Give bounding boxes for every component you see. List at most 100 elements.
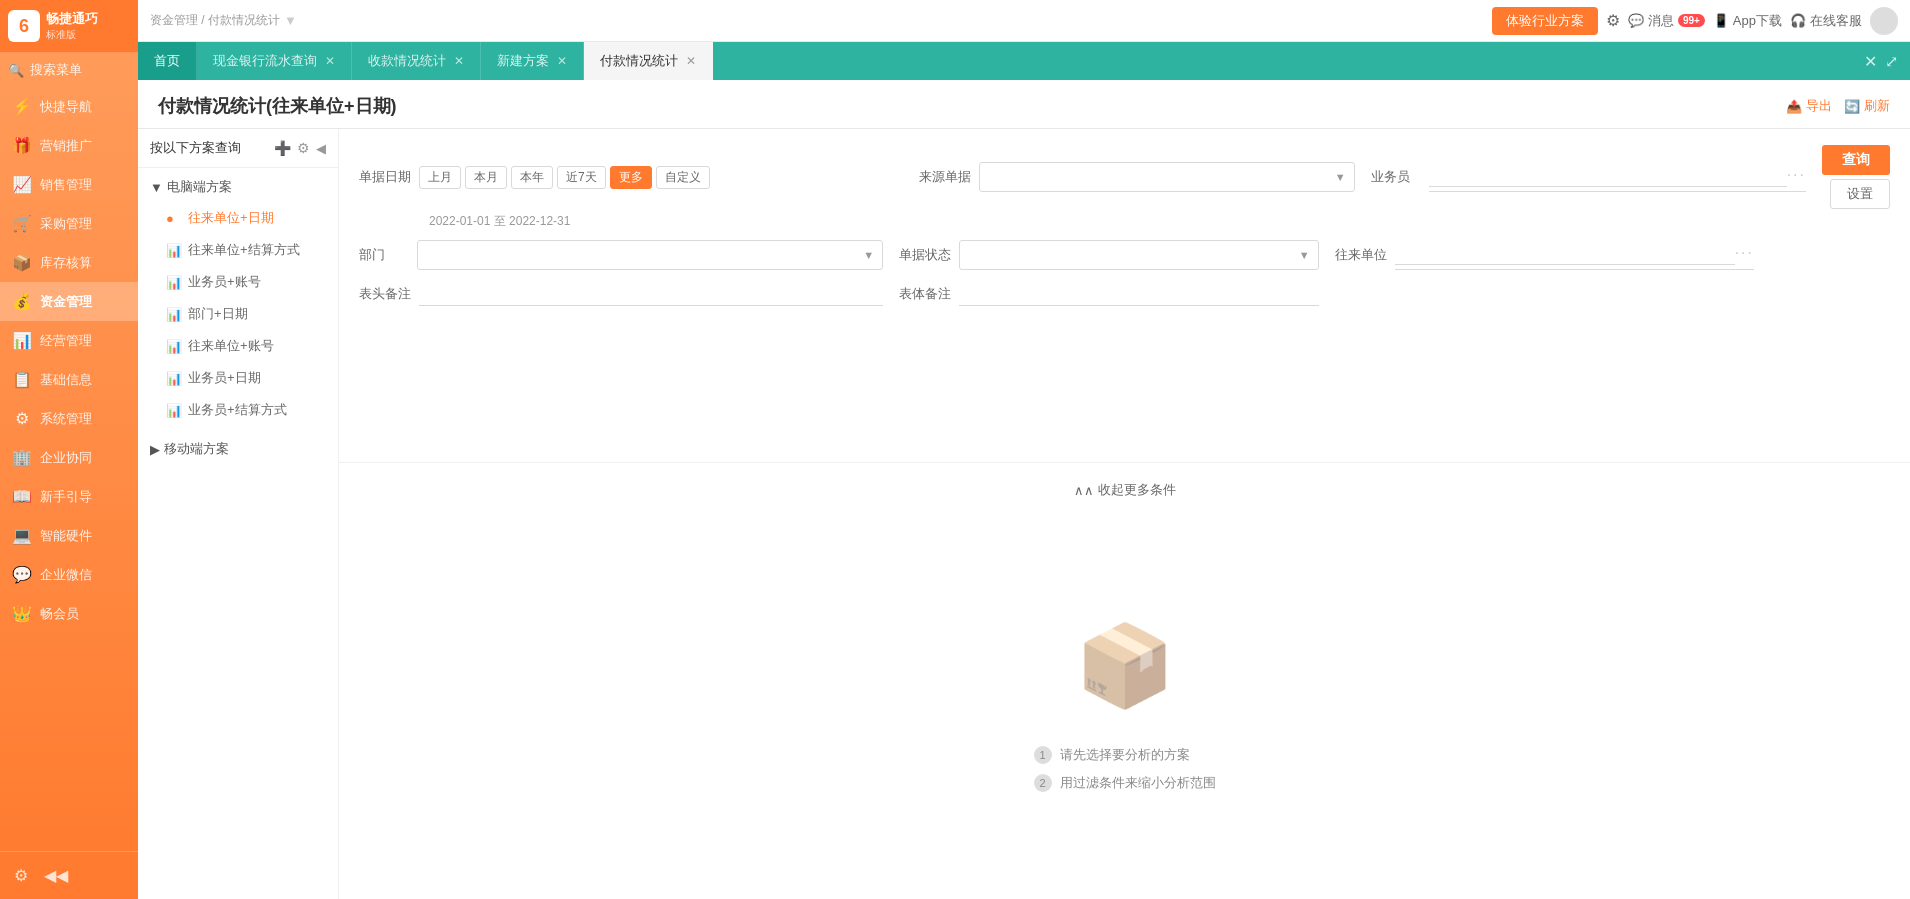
tab-new-scheme[interactable]: 新建方案✕ <box>481 42 584 80</box>
sidebar-search[interactable]: 🔍 搜索菜单 <box>0 53 138 87</box>
sidebar-item-hardware[interactable]: 💻智能硬件 <box>0 516 138 555</box>
sidebar-item-enterprise[interactable]: 🏢企业协同 <box>0 438 138 477</box>
service-icon: 🎧 <box>1790 13 1806 28</box>
industry-btn[interactable]: 体验行业方案 <box>1492 7 1598 35</box>
sidebar-item-member[interactable]: 👑畅会员 <box>0 594 138 633</box>
empty-tips: 1 请先选择要分析的方案 2 用过滤条件来缩小分析范围 <box>1034 746 1216 792</box>
sidebar-item-inventory[interactable]: 📦库存核算 <box>0 243 138 282</box>
tab-payment-stats[interactable]: 付款情况统计✕ <box>584 42 713 80</box>
dept-filter-group: 部门 ▼ <box>359 240 883 270</box>
sidebar-item-weixin[interactable]: 💬企业微信 <box>0 555 138 594</box>
tab-receipt-stats[interactable]: 收款情况统计✕ <box>352 42 481 80</box>
table-header-note-group: 表头备注 <box>359 282 883 306</box>
scheme-settings-btn[interactable]: ⚙ <box>297 140 310 156</box>
scheme-label-dept-date: 部门+日期 <box>188 305 248 323</box>
date-range-text: 2022-01-01 至 2022-12-31 <box>429 214 570 228</box>
fullscreen-btn[interactable]: ⤢ <box>1885 52 1898 71</box>
sidebar-icon-enterprise: 🏢 <box>12 448 32 467</box>
refresh-label: 刷新 <box>1864 97 1890 115</box>
table-body-note-label: 表体备注 <box>899 285 951 303</box>
page-header-actions: 📤 导出 🔄 刷新 <box>1786 97 1890 115</box>
scheme-group-header-mobile[interactable]: ▶ 移动端方案 <box>138 434 338 464</box>
content-body: 按以下方案查询 ➕ ⚙ ◀ ▼ 电脑端方案 ●往来单位+日期📊往来单位+结算方式… <box>138 129 1910 899</box>
sidebar-label-system: 系统管理 <box>40 410 92 428</box>
tab-close-payment-stats[interactable]: ✕ <box>686 54 696 68</box>
query-btn[interactable]: 查询 <box>1822 145 1890 175</box>
sidebar-label-sales: 销售管理 <box>40 176 92 194</box>
scheme-label-staff-settle: 业务员+结算方式 <box>188 401 287 419</box>
scheme-item-staff-account[interactable]: 📊 业务员+账号 <box>138 266 338 298</box>
sidebar-label-inventory: 库存核算 <box>40 254 92 272</box>
scheme-label-staff-account: 业务员+账号 <box>188 273 261 291</box>
source-select[interactable]: ▼ <box>979 162 1354 192</box>
date-this-year-btn[interactable]: 本年 <box>511 166 553 189</box>
sidebar-brand: 畅捷通巧 标准版 <box>46 10 98 42</box>
action-btns: 查询 设置 <box>1822 145 1890 209</box>
date-last-month-btn[interactable]: 上月 <box>419 166 461 189</box>
sidebar-label-purchase: 采购管理 <box>40 215 92 233</box>
staff-dots-btn[interactable]: ··· <box>1787 166 1806 184</box>
export-btn[interactable]: 📤 导出 <box>1786 97 1832 115</box>
partner-filter-group: 往来单位 ··· <box>1335 241 1754 270</box>
tab-home[interactable]: 首页 <box>138 42 197 80</box>
refresh-btn[interactable]: 🔄 刷新 <box>1844 97 1890 115</box>
add-scheme-btn[interactable]: ➕ <box>274 140 291 156</box>
sidebar-item-guide[interactable]: 📖新手引导 <box>0 477 138 516</box>
bill-status-select[interactable]: ▼ <box>959 240 1318 270</box>
message-btn[interactable]: 💬 消息 99+ <box>1628 12 1705 30</box>
staff-input[interactable] <box>1429 163 1787 187</box>
header-settings-icon[interactable]: ⚙ <box>1606 11 1620 30</box>
online-service-btn[interactable]: 🎧 在线客服 <box>1790 12 1862 30</box>
date-more-btn[interactable]: 更多 <box>610 166 652 189</box>
scheme-item-unit-settle[interactable]: 📊往来单位+结算方式 <box>138 234 338 266</box>
partner-dots-btn[interactable]: ··· <box>1735 244 1754 262</box>
sidebar-item-marketing[interactable]: 🎁营销推广 <box>0 126 138 165</box>
scheme-item-staff-date[interactable]: 📊业务员+日期 <box>138 362 338 394</box>
sidebar-item-operation[interactable]: 📊经营管理 <box>0 321 138 360</box>
sidebar-item-basic-info[interactable]: 📋基础信息 <box>0 360 138 399</box>
sidebar-item-purchase[interactable]: 🛒采购管理 <box>0 204 138 243</box>
tip-number-2: 2 <box>1034 774 1052 792</box>
scheme-item-dept-date[interactable]: 📊部门+日期 <box>138 298 338 330</box>
date-custom-btn[interactable]: 自定义 <box>656 166 710 189</box>
app-download-btn[interactable]: 📱 App下载 <box>1713 12 1782 30</box>
sidebar-label-guide: 新手引导 <box>40 488 92 506</box>
table-header-note-input[interactable] <box>419 282 883 306</box>
tabs-right-actions: ✕ ⤢ <box>1852 42 1910 80</box>
tab-bank-flow[interactable]: 现金银行流水查询✕ <box>197 42 352 80</box>
tab-label-home: 首页 <box>154 52 180 70</box>
main-area: 资金管理 / 付款情况统计 ▼ 体验行业方案 ⚙ 💬 消息 99+ 📱 App下… <box>138 0 1910 899</box>
tab-close-receipt-stats[interactable]: ✕ <box>454 54 464 68</box>
scheme-item-unit-date[interactable]: ●往来单位+日期 <box>138 202 338 234</box>
settings-display-btn[interactable]: 设置 <box>1830 179 1890 209</box>
scheme-group-header-desktop[interactable]: ▼ 电脑端方案 <box>138 172 338 202</box>
staff-input-area: ··· <box>1429 163 1806 192</box>
sidebar-item-quick-nav[interactable]: ⚡快捷导航 <box>0 87 138 126</box>
scheme-collapse-btn[interactable]: ◀ <box>316 141 326 156</box>
tab-close-new-scheme[interactable]: ✕ <box>557 54 567 68</box>
collapse-sidebar-btn[interactable]: ◀◀ <box>40 862 72 889</box>
empty-state: 📦 1 请先选择要分析的方案 2 用过滤条件来缩小分析范围 <box>339 518 1910 899</box>
collapse-icon: ∧∧ <box>1074 483 1094 498</box>
dept-select[interactable]: ▼ <box>417 240 883 270</box>
tab-close-bank-flow[interactable]: ✕ <box>325 54 335 68</box>
sidebar-item-finance[interactable]: 💰资金管理 <box>0 282 138 321</box>
sidebar-icon-operation: 📊 <box>12 331 32 350</box>
sidebar-item-system[interactable]: ⚙系统管理 <box>0 399 138 438</box>
scheme-group-chevron: ▼ <box>150 180 163 195</box>
settings-footer-icon[interactable]: ⚙ <box>10 862 32 889</box>
scheme-icon-staff-account: 📊 <box>166 275 182 290</box>
scheme-label-unit-date: 往来单位+日期 <box>188 209 274 227</box>
scheme-item-unit-account[interactable]: 📊往来单位+账号 <box>138 330 338 362</box>
collapse-more-btn[interactable]: ∧∧ 收起更多条件 <box>1066 473 1184 507</box>
user-avatar[interactable] <box>1870 7 1898 35</box>
scheme-item-staff-settle[interactable]: 📊业务员+结算方式 <box>138 394 338 426</box>
partner-input[interactable] <box>1395 241 1735 265</box>
partner-label: 往来单位 <box>1335 246 1387 264</box>
scheme-group-label-mobile: 移动端方案 <box>164 440 229 458</box>
date-this-month-btn[interactable]: 本月 <box>465 166 507 189</box>
close-tab-btn[interactable]: ✕ <box>1864 52 1877 71</box>
date-7days-btn[interactable]: 近7天 <box>557 166 606 189</box>
table-body-note-input[interactable] <box>959 282 1318 306</box>
sidebar-item-sales[interactable]: 📈销售管理 <box>0 165 138 204</box>
